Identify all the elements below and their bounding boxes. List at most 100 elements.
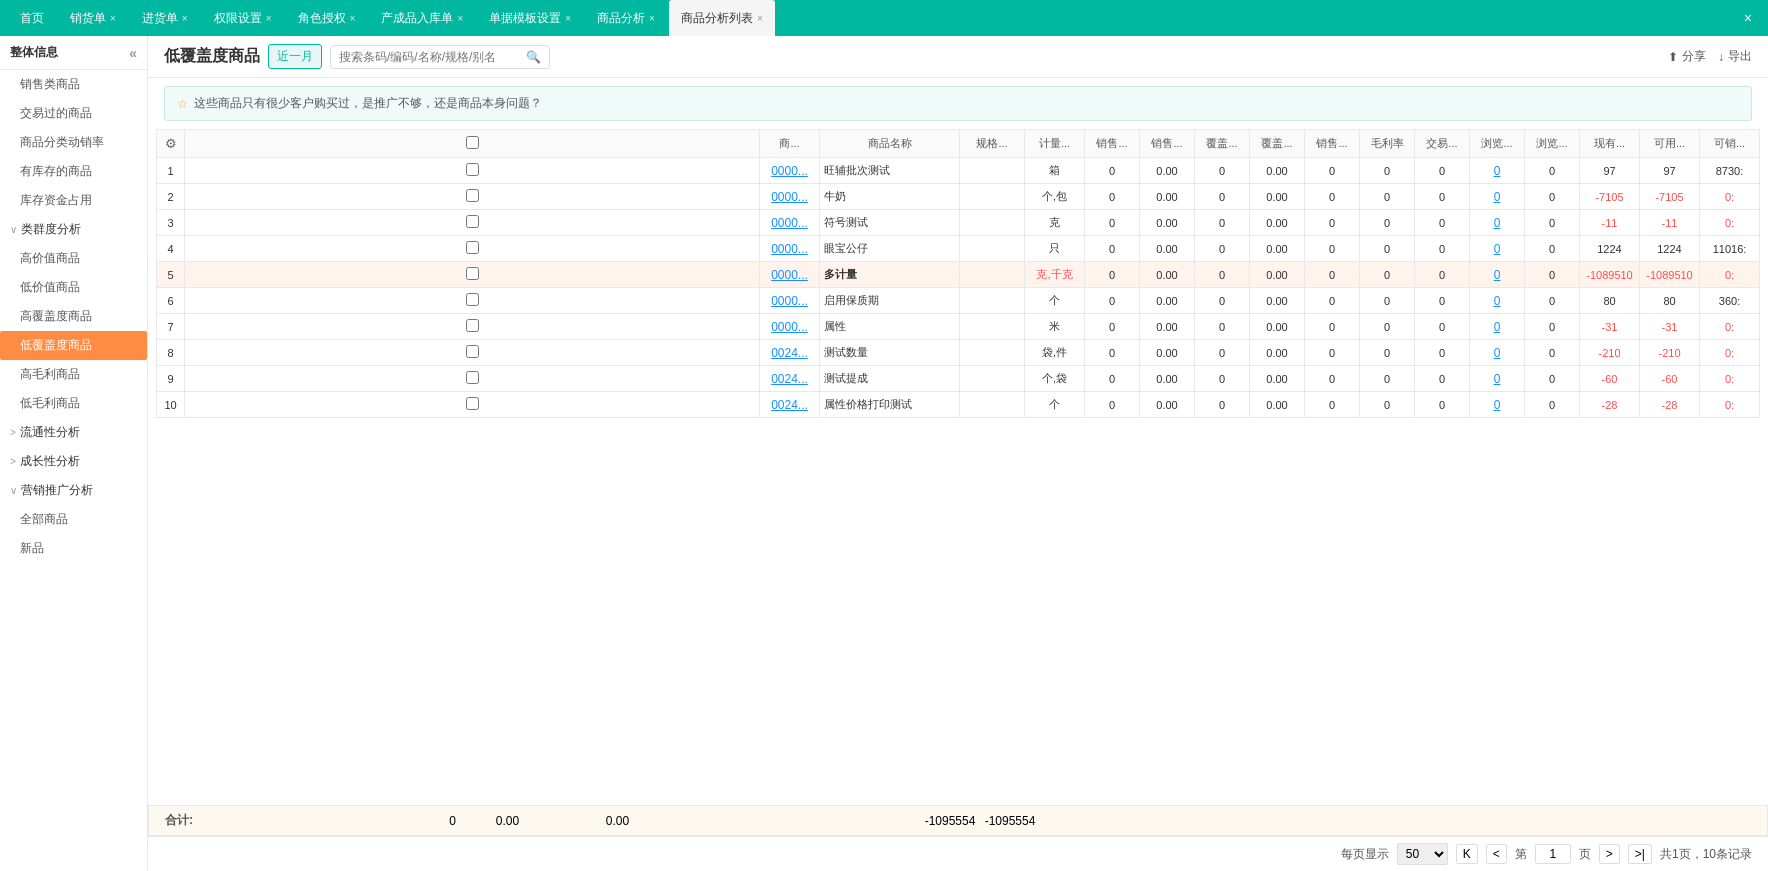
per-page-select[interactable]: 50 100 200 bbox=[1397, 843, 1448, 865]
nav-close-finished[interactable]: × bbox=[457, 13, 463, 24]
sidebar-section-circulation[interactable]: > 流通性分析 bbox=[0, 418, 147, 447]
code-link[interactable]: 0 bbox=[1494, 398, 1501, 412]
code-link[interactable]: 0 bbox=[1494, 164, 1501, 178]
main-close-button[interactable]: × bbox=[1736, 6, 1760, 30]
period-button[interactable]: 近一月 bbox=[268, 44, 322, 69]
nav-home[interactable]: 首页 bbox=[8, 4, 56, 33]
row-checkbox[interactable] bbox=[466, 267, 479, 280]
share-button[interactable]: ⬆ 分享 bbox=[1668, 48, 1706, 65]
th-sales1[interactable]: 销售... bbox=[1085, 130, 1140, 158]
code-link[interactable]: 0 bbox=[1494, 372, 1501, 386]
page-number-input[interactable] bbox=[1535, 844, 1571, 864]
sidebar-section-marketing[interactable]: ∨ 营销推广分析 bbox=[0, 476, 147, 505]
code-link[interactable]: 0000... bbox=[771, 320, 808, 334]
code-link[interactable]: 0 bbox=[1494, 346, 1501, 360]
row-checkbox[interactable] bbox=[466, 163, 479, 176]
row-checkbox[interactable] bbox=[466, 319, 479, 332]
sidebar-section-cluster[interactable]: ∨ 类群度分析 bbox=[0, 215, 147, 244]
next-page-button[interactable]: > bbox=[1599, 844, 1620, 864]
select-all-checkbox[interactable] bbox=[466, 136, 479, 149]
sidebar-item-all-goods[interactable]: 全部商品 bbox=[0, 505, 147, 534]
prev-page-button[interactable]: < bbox=[1486, 844, 1507, 864]
sidebar-item-new-goods[interactable]: 新品 bbox=[0, 534, 147, 563]
nav-item-roles[interactable]: 角色授权 × bbox=[286, 0, 368, 36]
sidebar-item-low-profit[interactable]: 低毛利商品 bbox=[0, 389, 147, 418]
sidebar-item-low-value[interactable]: 低价值商品 bbox=[0, 273, 147, 302]
th-cover1[interactable]: 覆盖... bbox=[1195, 130, 1250, 158]
th-sales2[interactable]: 销售... bbox=[1140, 130, 1195, 158]
code-link[interactable]: 0024... bbox=[771, 346, 808, 360]
nav-close-sales[interactable]: × bbox=[110, 13, 116, 24]
row-checkbox[interactable] bbox=[466, 371, 479, 384]
nav-close-analysis-list[interactable]: × bbox=[757, 13, 763, 24]
code-link[interactable]: 0000... bbox=[771, 190, 808, 204]
code-link[interactable]: 0 bbox=[1494, 320, 1501, 334]
th-name[interactable]: 商品名称 bbox=[820, 130, 960, 158]
nav-item-template[interactable]: 单据模板设置 × bbox=[477, 0, 583, 36]
row-checkbox[interactable] bbox=[466, 345, 479, 358]
sidebar-collapse-button[interactable]: « bbox=[129, 45, 137, 61]
gear-icon[interactable]: ⚙ bbox=[165, 136, 177, 151]
table-container[interactable]: ⚙ 商... 商品名称 规格... 计量... 销售... 销售... 覆盖..… bbox=[148, 129, 1768, 805]
th-browse2[interactable]: 浏览... bbox=[1525, 130, 1580, 158]
code-link[interactable]: 0000... bbox=[771, 268, 808, 282]
sidebar-item-high-profit[interactable]: 高毛利商品 bbox=[0, 360, 147, 389]
code-link[interactable]: 0024... bbox=[771, 398, 808, 412]
table-cell: 0: bbox=[1700, 366, 1760, 392]
sidebar-section-growth[interactable]: > 成长性分析 bbox=[0, 447, 147, 476]
nav-close-purchase[interactable]: × bbox=[182, 13, 188, 24]
th-checkbox[interactable] bbox=[185, 130, 760, 158]
th-settings[interactable]: ⚙ bbox=[157, 130, 185, 158]
code-link[interactable]: 0000... bbox=[771, 242, 808, 256]
sidebar-item-stock-capital[interactable]: 库存资金占用 bbox=[0, 186, 147, 215]
sidebar-item-in-stock[interactable]: 有库存的商品 bbox=[0, 157, 147, 186]
nav-item-sales[interactable]: 销货单 × bbox=[58, 0, 128, 36]
search-input[interactable] bbox=[339, 50, 522, 64]
nav-close-analysis[interactable]: × bbox=[649, 13, 655, 24]
nav-close-roles[interactable]: × bbox=[350, 13, 356, 24]
row-checkbox[interactable] bbox=[466, 397, 479, 410]
code-link[interactable]: 0000... bbox=[771, 294, 808, 308]
nav-item-analysis-list[interactable]: 商品分析列表 × bbox=[669, 0, 775, 36]
code-link[interactable]: 0 bbox=[1494, 294, 1501, 308]
nav-close-template[interactable]: × bbox=[565, 13, 571, 24]
code-link[interactable]: 0024... bbox=[771, 372, 808, 386]
th-code[interactable]: 商... bbox=[760, 130, 820, 158]
row-checkbox[interactable] bbox=[466, 241, 479, 254]
export-button[interactable]: ↓ 导出 bbox=[1718, 48, 1752, 65]
nav-close-permissions[interactable]: × bbox=[266, 13, 272, 24]
row-checkbox[interactable] bbox=[466, 215, 479, 228]
code-link[interactable]: 0 bbox=[1494, 190, 1501, 204]
sidebar-item-category-turnover[interactable]: 商品分类动销率 bbox=[0, 128, 147, 157]
nav-item-analysis[interactable]: 商品分析 × bbox=[585, 0, 667, 36]
code-link[interactable]: 0000... bbox=[771, 216, 808, 230]
code-link[interactable]: 0000... bbox=[771, 164, 808, 178]
th-cover2[interactable]: 覆盖... bbox=[1250, 130, 1305, 158]
circulation-arrow-icon: > bbox=[10, 427, 16, 438]
th-sales3[interactable]: 销售... bbox=[1305, 130, 1360, 158]
th-current[interactable]: 现有... bbox=[1580, 130, 1640, 158]
th-browse1[interactable]: 浏览... bbox=[1470, 130, 1525, 158]
code-link[interactable]: 0 bbox=[1494, 216, 1501, 230]
search-icon[interactable]: 🔍 bbox=[526, 50, 541, 64]
code-link[interactable]: 0 bbox=[1494, 268, 1501, 282]
nav-item-permissions[interactable]: 权限设置 × bbox=[202, 0, 284, 36]
th-sellable[interactable]: 可销... bbox=[1700, 130, 1760, 158]
first-page-button[interactable]: K bbox=[1456, 844, 1478, 864]
sidebar-item-high-value[interactable]: 高价值商品 bbox=[0, 244, 147, 273]
nav-item-purchase[interactable]: 进货单 × bbox=[130, 0, 200, 36]
sidebar-item-traded-goods[interactable]: 交易过的商品 bbox=[0, 99, 147, 128]
sidebar-item-high-coverage[interactable]: 高覆盖度商品 bbox=[0, 302, 147, 331]
row-checkbox[interactable] bbox=[466, 293, 479, 306]
th-trade[interactable]: 交易... bbox=[1415, 130, 1470, 158]
row-checkbox[interactable] bbox=[466, 189, 479, 202]
th-gross-margin[interactable]: 毛利率 bbox=[1360, 130, 1415, 158]
sidebar-item-low-coverage[interactable]: 低覆盖度商品 bbox=[0, 331, 147, 360]
th-unit[interactable]: 计量... bbox=[1025, 130, 1085, 158]
th-spec[interactable]: 规格... bbox=[960, 130, 1025, 158]
nav-item-finished[interactable]: 产成品入库单 × bbox=[369, 0, 475, 36]
th-available[interactable]: 可用... bbox=[1640, 130, 1700, 158]
sidebar-item-sales-goods[interactable]: 销售类商品 bbox=[0, 70, 147, 99]
last-page-button[interactable]: >| bbox=[1628, 844, 1652, 864]
code-link[interactable]: 0 bbox=[1494, 242, 1501, 256]
